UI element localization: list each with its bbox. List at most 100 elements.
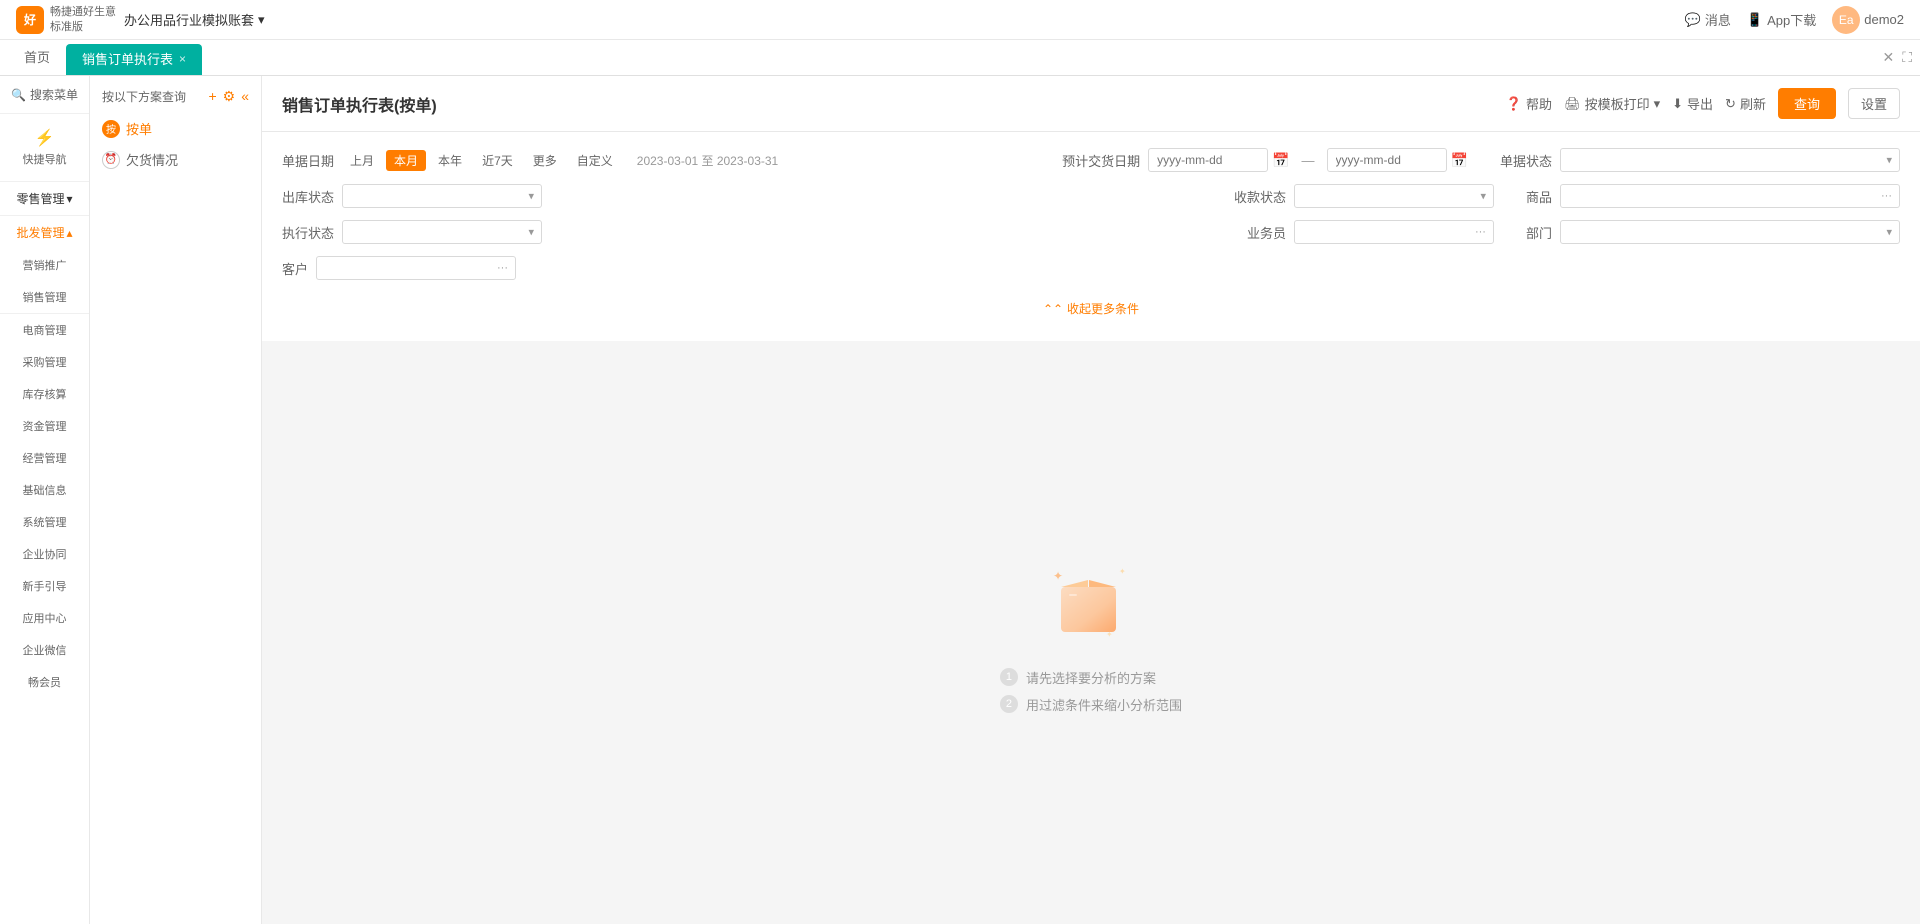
btn-last-7[interactable]: 近7天 bbox=[474, 150, 521, 171]
sidebar-item-operations[interactable]: 经营管理 bbox=[0, 442, 89, 474]
sidebar-item-enterprise[interactable]: 企业协同 bbox=[0, 538, 89, 570]
expected-date-label: 预计交货日期 bbox=[1062, 151, 1140, 170]
exec-status-select-wrapper bbox=[342, 220, 542, 244]
app-download-btn[interactable]: 📱 App下载 bbox=[1747, 10, 1816, 29]
tab-close-icon[interactable]: × bbox=[179, 52, 186, 66]
cal-from-icon[interactable]: 📅 bbox=[1272, 152, 1289, 169]
sidebar-item-retail[interactable]: 零售管理 ▾ bbox=[0, 182, 89, 215]
out-status-select-wrapper bbox=[342, 184, 542, 208]
expected-date-to: 📅 bbox=[1327, 148, 1468, 172]
sidebar-item-finance[interactable]: 资金管理 bbox=[0, 410, 89, 442]
btn-custom[interactable]: 自定义 bbox=[569, 150, 621, 171]
search-menu-btn[interactable]: 🔍 搜索菜单 bbox=[8, 86, 81, 103]
collapse-label: 收起更多条件 bbox=[1067, 300, 1139, 317]
btn-more[interactable]: 更多 bbox=[525, 150, 565, 171]
user-menu[interactable]: Ea demo2 bbox=[1832, 6, 1904, 34]
goods-label: 商品 bbox=[1526, 187, 1552, 206]
salesrep-input[interactable] bbox=[1294, 220, 1494, 244]
hint-num-2: 2 bbox=[1000, 695, 1018, 713]
scheme-item-owe[interactable]: ⏰ 欠货情况 bbox=[90, 144, 261, 175]
filter-date-range-display: 2023-03-01 至 2023-03-31 bbox=[637, 152, 778, 169]
expand-icon[interactable]: ⛶ bbox=[1902, 49, 1912, 66]
sidebar-item-wholesale[interactable]: 批发管理 ▴ bbox=[0, 216, 89, 249]
receive-status-label: 收款状态 bbox=[1234, 187, 1286, 206]
dept-select[interactable] bbox=[1560, 220, 1900, 244]
logo-text: 畅捷通好生意 标准版 bbox=[50, 5, 116, 34]
refresh-btn[interactable]: ↻ 刷新 bbox=[1725, 94, 1766, 113]
filter-date-item: 单据日期 上月 本月 本年 近7天 更多 自定义 bbox=[282, 150, 621, 171]
filter-row-2: 出库状态 收款状态 bbox=[282, 184, 1900, 208]
sidebar-item-basic[interactable]: 基础信息 bbox=[0, 474, 89, 506]
hint-item-2: 2 用过滤条件来缩小分析范围 bbox=[1000, 695, 1182, 714]
doc-status-label: 单据状态 bbox=[1500, 151, 1552, 170]
help-btn[interactable]: ❓ 帮助 bbox=[1506, 94, 1552, 113]
hint-num-1: 1 bbox=[1000, 668, 1018, 686]
scheme-owe-icon: ⏰ bbox=[102, 151, 120, 169]
content-area: 按以下方案查询 + ⚙ « 按 按单 ⏰ 欠货情况 销售订单执行表(按单) bbox=[90, 76, 1920, 924]
sidebar-item-purchase[interactable]: 采购管理 bbox=[0, 346, 89, 378]
tab-home[interactable]: 首页 bbox=[8, 40, 66, 75]
sidebar-item-member[interactable]: 畅会员 bbox=[0, 666, 89, 698]
sidebar-item-sales[interactable]: 销售管理 bbox=[0, 281, 89, 313]
doc-status-select-wrapper bbox=[1560, 148, 1900, 172]
dept-label: 部门 bbox=[1526, 223, 1552, 242]
filter-exec-status-item: 执行状态 bbox=[282, 220, 542, 244]
btn-this-year[interactable]: 本年 bbox=[430, 150, 470, 171]
close-window-icon[interactable]: ✕ bbox=[1882, 49, 1894, 66]
sidebar-item-quicknav[interactable]: ⚡ 快捷导航 bbox=[0, 120, 89, 175]
print-icon: 🖨 bbox=[1564, 96, 1581, 112]
expected-date-from: 📅 bbox=[1148, 148, 1289, 172]
filter-receive-status-item: 收款状态 bbox=[1234, 184, 1494, 208]
sidebar-item-inventory[interactable]: 库存核算 bbox=[0, 378, 89, 410]
settings-scheme-btn[interactable]: ⚙ bbox=[223, 88, 236, 105]
search-btn[interactable]: 查询 bbox=[1778, 88, 1836, 119]
chevron-icon: ▾ bbox=[66, 192, 72, 206]
filter-goods-item: 商品 bbox=[1526, 184, 1900, 208]
out-status-select[interactable] bbox=[342, 184, 542, 208]
scheme-order-label: 按单 bbox=[126, 119, 152, 138]
expected-date-to-input[interactable] bbox=[1327, 148, 1447, 172]
exec-status-select[interactable] bbox=[342, 220, 542, 244]
filter-row-3: 执行状态 业务员 部门 bbox=[282, 220, 1900, 244]
retail-label: 零售管理 bbox=[16, 190, 64, 207]
empty-illustration: ✦ ✦ ✦ bbox=[1041, 552, 1141, 652]
message-btn[interactable]: 💬 消息 bbox=[1685, 10, 1731, 29]
app-selector[interactable]: 办公用品行业模拟账套 ▾ bbox=[124, 10, 265, 29]
doc-status-select[interactable] bbox=[1560, 148, 1900, 172]
sidebar-item-system[interactable]: 系统管理 bbox=[0, 506, 89, 538]
btn-this-month[interactable]: 本月 bbox=[386, 150, 426, 171]
receive-status-select[interactable] bbox=[1294, 184, 1494, 208]
sidebar-item-appstore[interactable]: 应用中心 bbox=[0, 602, 89, 634]
collapse-btn[interactable]: ⌃⌃ 收起更多条件 bbox=[1043, 296, 1139, 321]
help-icon: ❓ bbox=[1506, 96, 1522, 112]
wholesale-label: 批发管理 bbox=[16, 224, 64, 241]
sidebar-search[interactable]: 🔍 搜索菜单 bbox=[0, 76, 89, 114]
setting-btn[interactable]: 设置 bbox=[1848, 88, 1900, 119]
goods-input[interactable] bbox=[1560, 184, 1900, 208]
sidebar-item-newbie[interactable]: 新手引导 bbox=[0, 570, 89, 602]
sidebar-item-wechat[interactable]: 企业微信 bbox=[0, 634, 89, 666]
tab-sales-label: 销售订单执行表 bbox=[82, 49, 173, 68]
cal-to-icon[interactable]: 📅 bbox=[1451, 152, 1468, 169]
sidebar-item-ecommerce[interactable]: 电商管理 bbox=[0, 314, 89, 346]
download-icon: 📱 bbox=[1747, 12, 1763, 28]
search-icon: 🔍 bbox=[11, 88, 26, 102]
sidebar-group-wholesale: 批发管理 ▴ 营销推广 销售管理 bbox=[0, 216, 89, 314]
btn-last-month[interactable]: 上月 bbox=[342, 150, 382, 171]
empty-hints: 1 请先选择要分析的方案 2 用过滤条件来缩小分析范围 bbox=[1000, 668, 1182, 714]
main-layout: 🔍 搜索菜单 ⚡ 快捷导航 零售管理 ▾ 批发管理 ▴ 营销推广 bbox=[0, 76, 1920, 924]
print-btn[interactable]: 🖨 按模板打印 ▾ bbox=[1564, 94, 1660, 113]
filter-doc-status-item: 单据状态 bbox=[1500, 148, 1900, 172]
filter-customer-item: 客户 bbox=[282, 256, 516, 280]
filter-row-1: 单据日期 上月 本月 本年 近7天 更多 自定义 2023-03-01 至 20… bbox=[282, 148, 1900, 172]
scheme-item-order[interactable]: 按 按单 bbox=[90, 113, 261, 144]
tab-sales-exec[interactable]: 销售订单执行表 × bbox=[66, 44, 202, 75]
collapse-panel-btn[interactable]: « bbox=[241, 88, 249, 105]
expected-date-from-input[interactable] bbox=[1148, 148, 1268, 172]
salesrep-label: 业务员 bbox=[1247, 223, 1286, 242]
sidebar: 🔍 搜索菜单 ⚡ 快捷导航 零售管理 ▾ 批发管理 ▴ 营销推广 bbox=[0, 76, 90, 924]
customer-input[interactable] bbox=[316, 256, 516, 280]
sidebar-item-marketing[interactable]: 营销推广 bbox=[0, 249, 89, 281]
add-scheme-btn[interactable]: + bbox=[208, 88, 216, 105]
export-btn[interactable]: ⬇ 导出 bbox=[1672, 94, 1713, 113]
